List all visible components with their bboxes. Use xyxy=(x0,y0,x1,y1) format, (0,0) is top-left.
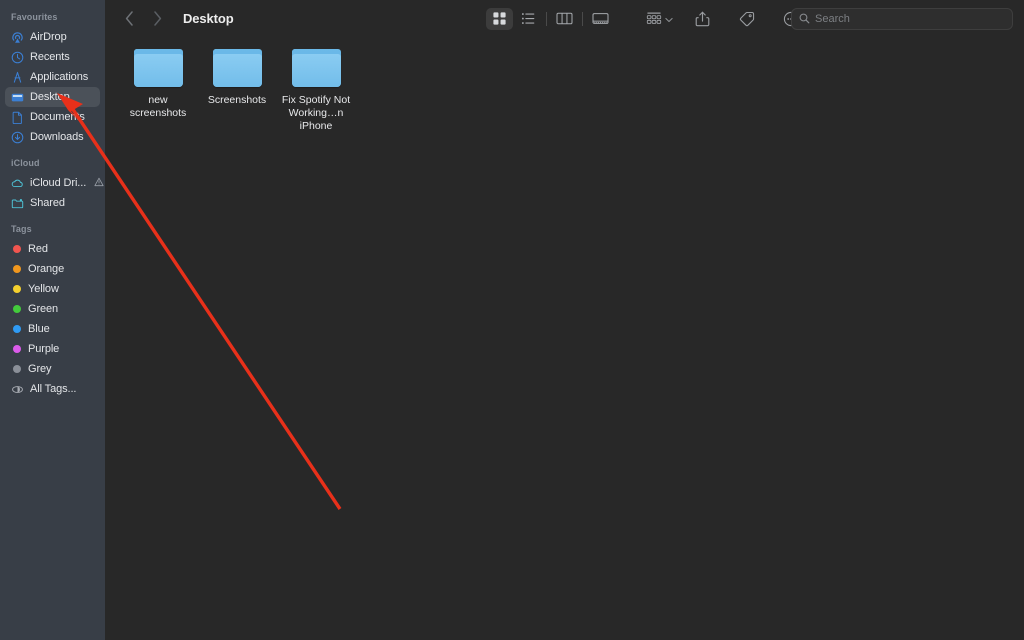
tag-dot-red xyxy=(13,245,21,253)
sidebar-item-icloud-drive[interactable]: iCloud Dri... xyxy=(5,173,104,193)
file-label: Fix Spotify Not Working…n iPhone xyxy=(281,94,351,132)
sidebar-item-label: AirDrop xyxy=(30,31,67,43)
sidebar-item-desktop[interactable]: Desktop xyxy=(5,87,100,107)
sidebar-item-label: Grey xyxy=(28,363,52,375)
sidebar-item-tag-grey[interactable]: Grey xyxy=(5,359,100,379)
sidebar-item-label: Documents xyxy=(30,111,85,123)
folder-icon xyxy=(212,49,262,89)
file-item[interactable]: Screenshots xyxy=(198,45,276,133)
sidebar-section-icloud: iCloud iCloud Dri... Shared xyxy=(0,156,105,213)
sidebar-item-label: Yellow xyxy=(28,283,59,295)
desktop-icon xyxy=(11,91,24,104)
view-mode-segment xyxy=(485,7,615,30)
sidebar-item-shared[interactable]: Shared xyxy=(5,193,100,213)
sidebar-item-label: Applications xyxy=(30,71,89,83)
sidebar-section-title: Tags xyxy=(11,224,32,234)
chevron-down-icon xyxy=(665,10,673,28)
sidebar-item-label: Desktop xyxy=(30,91,70,103)
sidebar-item-label: All Tags... xyxy=(30,383,77,395)
sidebar-item-tag-green[interactable]: Green xyxy=(5,299,100,319)
sidebar-item-tag-red[interactable]: Red xyxy=(5,239,100,259)
shared-folder-icon xyxy=(11,197,24,210)
file-label: Screenshots xyxy=(207,94,267,106)
sidebar-item-label: Recents xyxy=(30,51,70,63)
sidebar-item-tag-blue[interactable]: Blue xyxy=(5,319,100,339)
icon-view-button[interactable] xyxy=(486,7,513,30)
column-view-button[interactable] xyxy=(551,8,578,30)
sidebar-item-all-tags[interactable]: All Tags... xyxy=(5,379,100,399)
tag-dot-green xyxy=(13,305,21,313)
sidebar: Favourites AirDrop Recents Applications xyxy=(0,0,105,640)
file-label: new screenshots xyxy=(129,94,187,119)
sidebar-item-tag-orange[interactable]: Orange xyxy=(5,259,100,279)
sidebar-item-label: iCloud Dri... xyxy=(30,177,87,189)
tag-dot-yellow xyxy=(13,285,21,293)
forward-button[interactable] xyxy=(147,8,167,30)
all-tags-icon xyxy=(11,383,24,396)
sidebar-item-label: Purple xyxy=(28,343,60,355)
tag-dot-blue xyxy=(13,325,21,333)
sidebar-item-downloads[interactable]: Downloads xyxy=(5,127,100,147)
sidebar-item-label: Blue xyxy=(28,323,50,335)
back-button[interactable] xyxy=(119,8,139,30)
sidebar-item-label: Orange xyxy=(28,263,65,275)
warning-triangle-icon xyxy=(94,174,104,192)
share-button[interactable] xyxy=(692,8,713,30)
sidebar-item-label: Red xyxy=(28,243,48,255)
toolbar-divider xyxy=(582,11,583,26)
sidebar-item-airdrop[interactable]: AirDrop xyxy=(5,27,100,47)
navigation-buttons xyxy=(119,8,167,30)
tag-dot-grey xyxy=(13,365,21,373)
toolbar-center xyxy=(485,7,813,30)
search-icon xyxy=(799,13,810,24)
tag-dot-orange xyxy=(13,265,21,273)
sidebar-section-title: iCloud xyxy=(11,158,40,168)
sidebar-section-tags: Tags Red Orange Yellow Green Blue Purple… xyxy=(0,222,105,399)
file-grid[interactable]: new screenshots Screenshots Fix Spotify … xyxy=(105,37,1024,640)
finder-window: Favourites AirDrop Recents Applications xyxy=(0,0,1024,640)
toolbar-divider xyxy=(546,11,547,26)
file-item[interactable]: Fix Spotify Not Working…n iPhone xyxy=(277,45,355,133)
group-by-button[interactable] xyxy=(643,8,676,30)
sidebar-section-title: Favourites xyxy=(11,12,58,22)
clock-icon xyxy=(11,51,24,64)
downloads-icon xyxy=(11,131,24,144)
sidebar-item-label: Shared xyxy=(30,197,65,209)
sidebar-item-documents[interactable]: Documents xyxy=(5,107,100,127)
applications-icon xyxy=(11,71,24,84)
page-title: Desktop xyxy=(183,11,234,26)
tags-button[interactable] xyxy=(735,8,758,30)
main-area: Desktop Search new screenshots Screensho… xyxy=(105,0,1024,640)
search-input[interactable] xyxy=(815,12,1005,25)
sidebar-item-recents[interactable]: Recents xyxy=(5,47,100,67)
gallery-view-button[interactable] xyxy=(587,8,614,30)
folder-icon xyxy=(133,49,183,89)
file-item[interactable]: new screenshots xyxy=(119,45,197,133)
airdrop-icon xyxy=(11,31,24,44)
tag-dot-purple xyxy=(13,345,21,353)
document-icon xyxy=(11,111,24,124)
sidebar-item-label: Downloads xyxy=(30,131,84,143)
search-field[interactable] xyxy=(791,7,1013,30)
sidebar-item-tag-purple[interactable]: Purple xyxy=(5,339,100,359)
sidebar-item-label: Green xyxy=(28,303,59,315)
sidebar-item-applications[interactable]: Applications xyxy=(5,67,100,87)
sidebar-section-favourites: Favourites AirDrop Recents Applications xyxy=(0,10,105,147)
sidebar-item-tag-yellow[interactable]: Yellow xyxy=(5,279,100,299)
folder-icon xyxy=(291,49,341,89)
list-view-button[interactable] xyxy=(515,8,542,30)
toolbar: Desktop xyxy=(105,0,1024,37)
cloud-icon xyxy=(11,177,24,190)
